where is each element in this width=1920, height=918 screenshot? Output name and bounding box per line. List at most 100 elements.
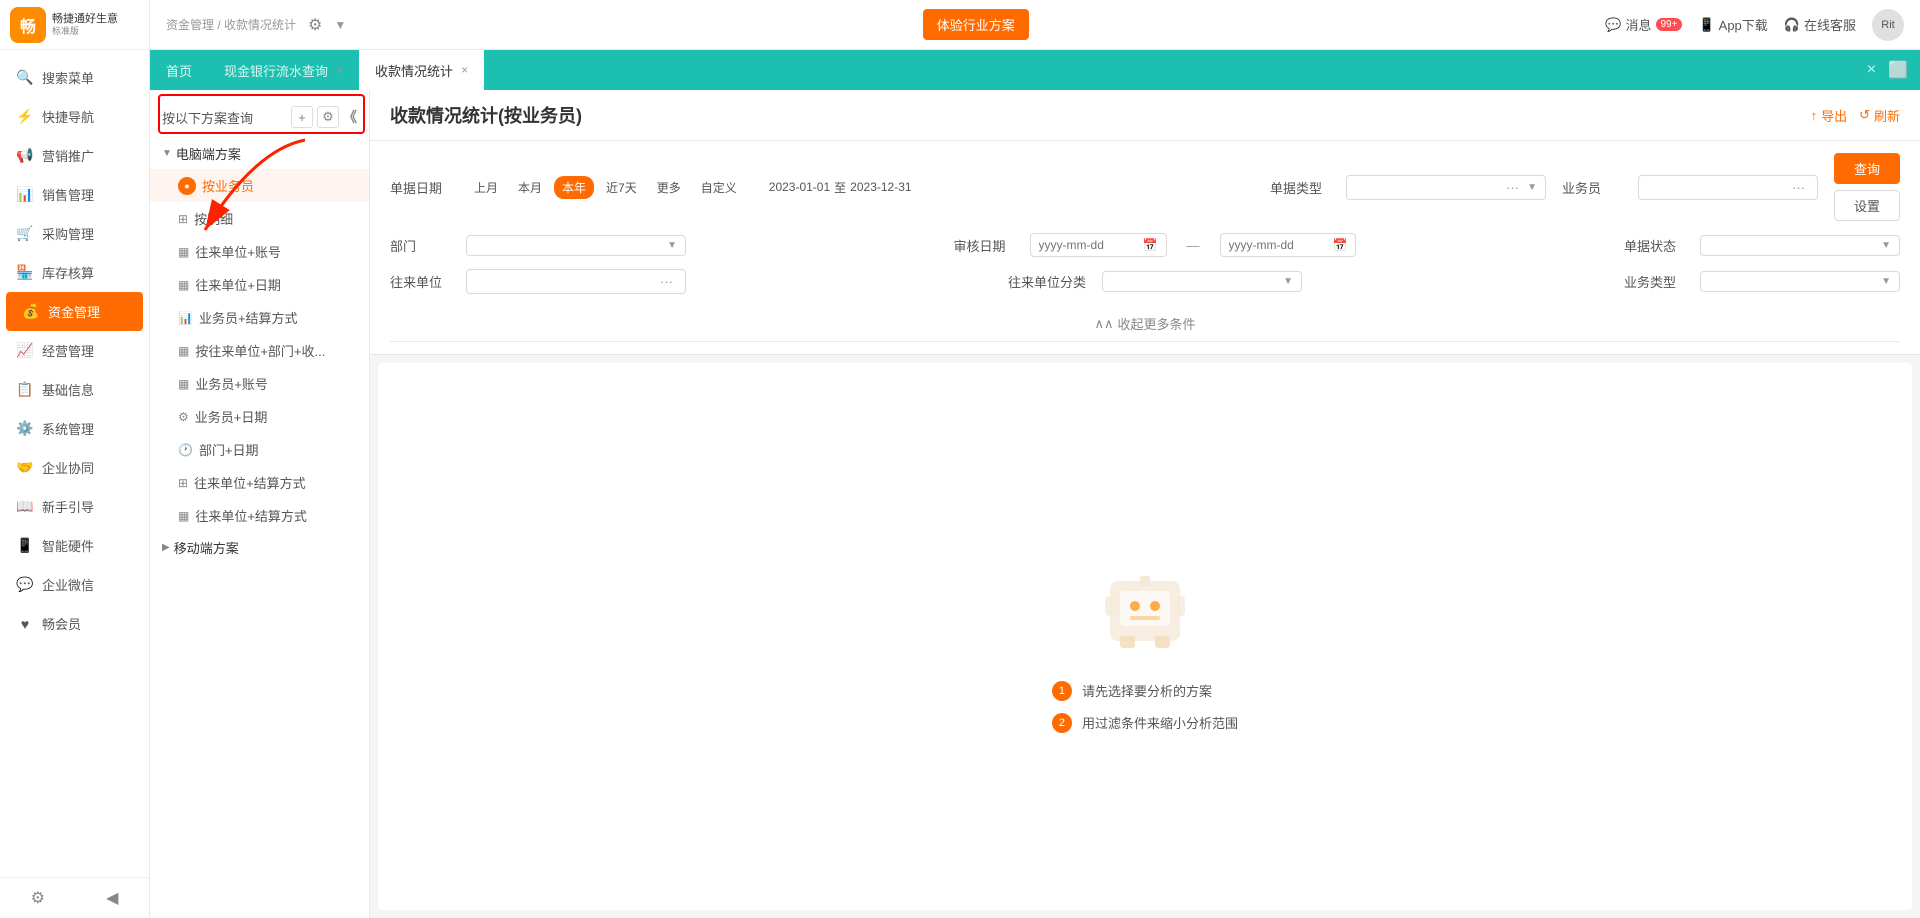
date-tab-7days[interactable]: 近7天: [598, 176, 645, 199]
quicknav-icon: ⚡: [16, 108, 34, 126]
tree-group-mobile-header[interactable]: ▶ 移动端方案: [150, 532, 369, 563]
sidebar-item-wechat[interactable]: 💬 企业微信: [0, 565, 149, 604]
settings-scheme-btn[interactable]: ⚙: [317, 106, 339, 128]
salesperson-settle-icon: 📊: [178, 311, 193, 325]
export-button[interactable]: ↑ 导出: [1811, 106, 1848, 125]
sidebar-item-finance[interactable]: 💰 资金管理: [6, 292, 143, 331]
tree-group-desktop-header[interactable]: ▼ 电脑端方案: [150, 138, 369, 169]
user-avatar[interactable]: Rit: [1872, 9, 1904, 41]
sidebar-label-basic: 基础信息: [42, 380, 94, 399]
sidebar-label-marketing: 营销推广: [42, 146, 94, 165]
tab-collection[interactable]: 收款情况统计 ×: [359, 50, 484, 90]
review-date-from-input[interactable]: [1039, 238, 1139, 252]
collapse-sidebar-icon[interactable]: ◀: [106, 888, 118, 908]
add-scheme-btn[interactable]: +: [291, 106, 313, 128]
partner-cat-arrow-icon: ▼: [1283, 276, 1293, 287]
online-service-btn[interactable]: 🎧 在线客服: [1784, 15, 1856, 34]
sidebar-item-quicknav[interactable]: ⚡ 快捷导航: [0, 97, 149, 136]
tab-bank-flow[interactable]: 现金银行流水查询 ×: [208, 50, 359, 90]
collapse-more-button[interactable]: ∧∧ 收起更多条件: [1094, 314, 1195, 333]
date-tab-more[interactable]: 更多: [649, 176, 689, 199]
review-date-to-input[interactable]: [1229, 238, 1329, 252]
notification-label: 消息: [1625, 15, 1651, 34]
tree-item-partner-settle2[interactable]: ▦ 往来单位+结算方式: [150, 499, 369, 532]
salesperson-account-icon: ▦: [178, 377, 189, 391]
settings-button[interactable]: 设置: [1834, 190, 1900, 221]
sidebar-item-inventory[interactable]: 🏪 库存核算: [0, 253, 149, 292]
empty-illustration: [1085, 541, 1205, 661]
sidebar-item-member[interactable]: ♥ 畅会员: [0, 604, 149, 643]
tree-item-salesperson-date[interactable]: ⚙ 业务员+日期: [150, 400, 369, 433]
tree-item-partner-settle1[interactable]: ⊞ 往来单位+结算方式: [150, 466, 369, 499]
tree-item-partner-account[interactable]: ▦ 往来单位+账号: [150, 235, 369, 268]
tab-home[interactable]: 首页: [150, 50, 208, 90]
review-date-to[interactable]: 📅: [1220, 233, 1357, 257]
logo-icon: 畅: [10, 7, 46, 43]
left-panel-header: 按以下方案查询 + ⚙ 《: [150, 100, 369, 134]
partner-select[interactable]: ···: [466, 269, 686, 294]
app-download-btn[interactable]: 📱 App下载: [1698, 15, 1767, 34]
partner-category-select[interactable]: ▼: [1102, 271, 1302, 292]
hardware-icon: 📱: [16, 537, 34, 555]
sidebar-item-search[interactable]: 🔍 搜索菜单: [0, 58, 149, 97]
date-tab-this-year[interactable]: 本年: [554, 176, 594, 199]
sidebar-item-sales[interactable]: 📊 销售管理: [0, 175, 149, 214]
salesperson-date-icon: ⚙: [178, 410, 189, 424]
sidebar-item-basic[interactable]: 📋 基础信息: [0, 370, 149, 409]
page-area: 按以下方案查询 + ⚙ 《 ▼ 电脑端方案: [150, 90, 1920, 918]
breadcrumb: 资金管理 / 收款情况统计: [166, 16, 296, 33]
date-tab-last-month[interactable]: 上月: [466, 176, 506, 199]
topbar-gear-icon[interactable]: ⚙: [308, 15, 322, 35]
voucher-status-select[interactable]: ▼: [1700, 235, 1900, 256]
query-button[interactable]: 查询: [1834, 153, 1900, 184]
tree-group-desktop: ▼ 电脑端方案 ● 按业务员 ⊞ 按明细 ▦ 往来单位+账号: [150, 138, 369, 532]
voucher-type-select[interactable]: ··· ▼: [1346, 175, 1546, 200]
close-all-icon[interactable]: ×: [1867, 61, 1876, 79]
sidebar-item-hardware[interactable]: 📱 智能硬件: [0, 526, 149, 565]
refresh-button[interactable]: ↺ 刷新: [1859, 106, 1900, 125]
date-tab-custom[interactable]: 自定义: [693, 176, 745, 199]
service-icon: 🎧: [1784, 17, 1800, 33]
wechat-icon: 💬: [16, 576, 34, 594]
tree-item-label-2: 按明细: [194, 209, 233, 228]
trial-button[interactable]: 体验行业方案: [923, 9, 1029, 40]
export-label: 导出: [1821, 106, 1847, 125]
settings-bottom-icon[interactable]: ⚙: [31, 888, 45, 908]
sidebar-item-enterprise[interactable]: 🤝 企业协同: [0, 448, 149, 487]
tree-item-partner-date[interactable]: ▦ 往来单位+日期: [150, 268, 369, 301]
date-tab-this-month[interactable]: 本月: [510, 176, 550, 199]
tab-collection-close-icon[interactable]: ×: [461, 63, 468, 77]
tab-bank-flow-label: 现金银行流水查询: [224, 61, 328, 80]
partner-date-icon: ▦: [178, 278, 189, 292]
tab-bank-flow-close-icon[interactable]: ×: [336, 63, 343, 77]
tree-item-salesperson-account[interactable]: ▦ 业务员+账号: [150, 367, 369, 400]
notification-icon: 💬: [1605, 17, 1621, 33]
sidebar-label-guide: 新手引导: [42, 497, 94, 516]
sidebar-item-marketing[interactable]: 📢 营销推广: [0, 136, 149, 175]
tree-item-salesperson-settle[interactable]: 📊 业务员+结算方式: [150, 301, 369, 334]
dropdown-arrow-icon[interactable]: ▼: [334, 18, 346, 32]
group-mobile-label: 移动端方案: [174, 538, 239, 557]
logo-badge: 标准版: [52, 26, 118, 38]
department-select[interactable]: ▼: [466, 235, 686, 256]
enterprise-icon: 🤝: [16, 459, 34, 477]
sidebar-item-purchase[interactable]: 🛒 采购管理: [0, 214, 149, 253]
collapse-panel-btn[interactable]: 《: [343, 107, 357, 127]
tree-item-label-7: 业务员+账号: [195, 374, 268, 393]
tree-item-by-detail[interactable]: ⊞ 按明细: [150, 202, 369, 235]
salesperson-select[interactable]: ···: [1638, 175, 1818, 200]
detail-icon: ⊞: [178, 212, 188, 226]
sidebar-item-guide[interactable]: 📖 新手引导: [0, 487, 149, 526]
date-label: 单据日期: [390, 178, 450, 197]
status-arrow-icon: ▼: [1881, 240, 1891, 251]
maximize-icon[interactable]: ⬜: [1888, 60, 1908, 80]
tree-item-by-salesperson[interactable]: ● 按业务员: [150, 169, 369, 202]
business-type-select[interactable]: ▼: [1700, 271, 1900, 292]
tree-item-partner-dept[interactable]: ▦ 按往来单位+部门+收...: [150, 334, 369, 367]
sidebar-item-system[interactable]: ⚙️ 系统管理: [0, 409, 149, 448]
left-panel: 按以下方案查询 + ⚙ 《 ▼ 电脑端方案: [150, 90, 370, 918]
review-date-from[interactable]: 📅: [1030, 233, 1167, 257]
tree-item-dept-date[interactable]: 🕐 部门+日期: [150, 433, 369, 466]
sidebar-item-operation[interactable]: 📈 经营管理: [0, 331, 149, 370]
notification-btn[interactable]: 💬 消息 99+: [1605, 15, 1682, 34]
